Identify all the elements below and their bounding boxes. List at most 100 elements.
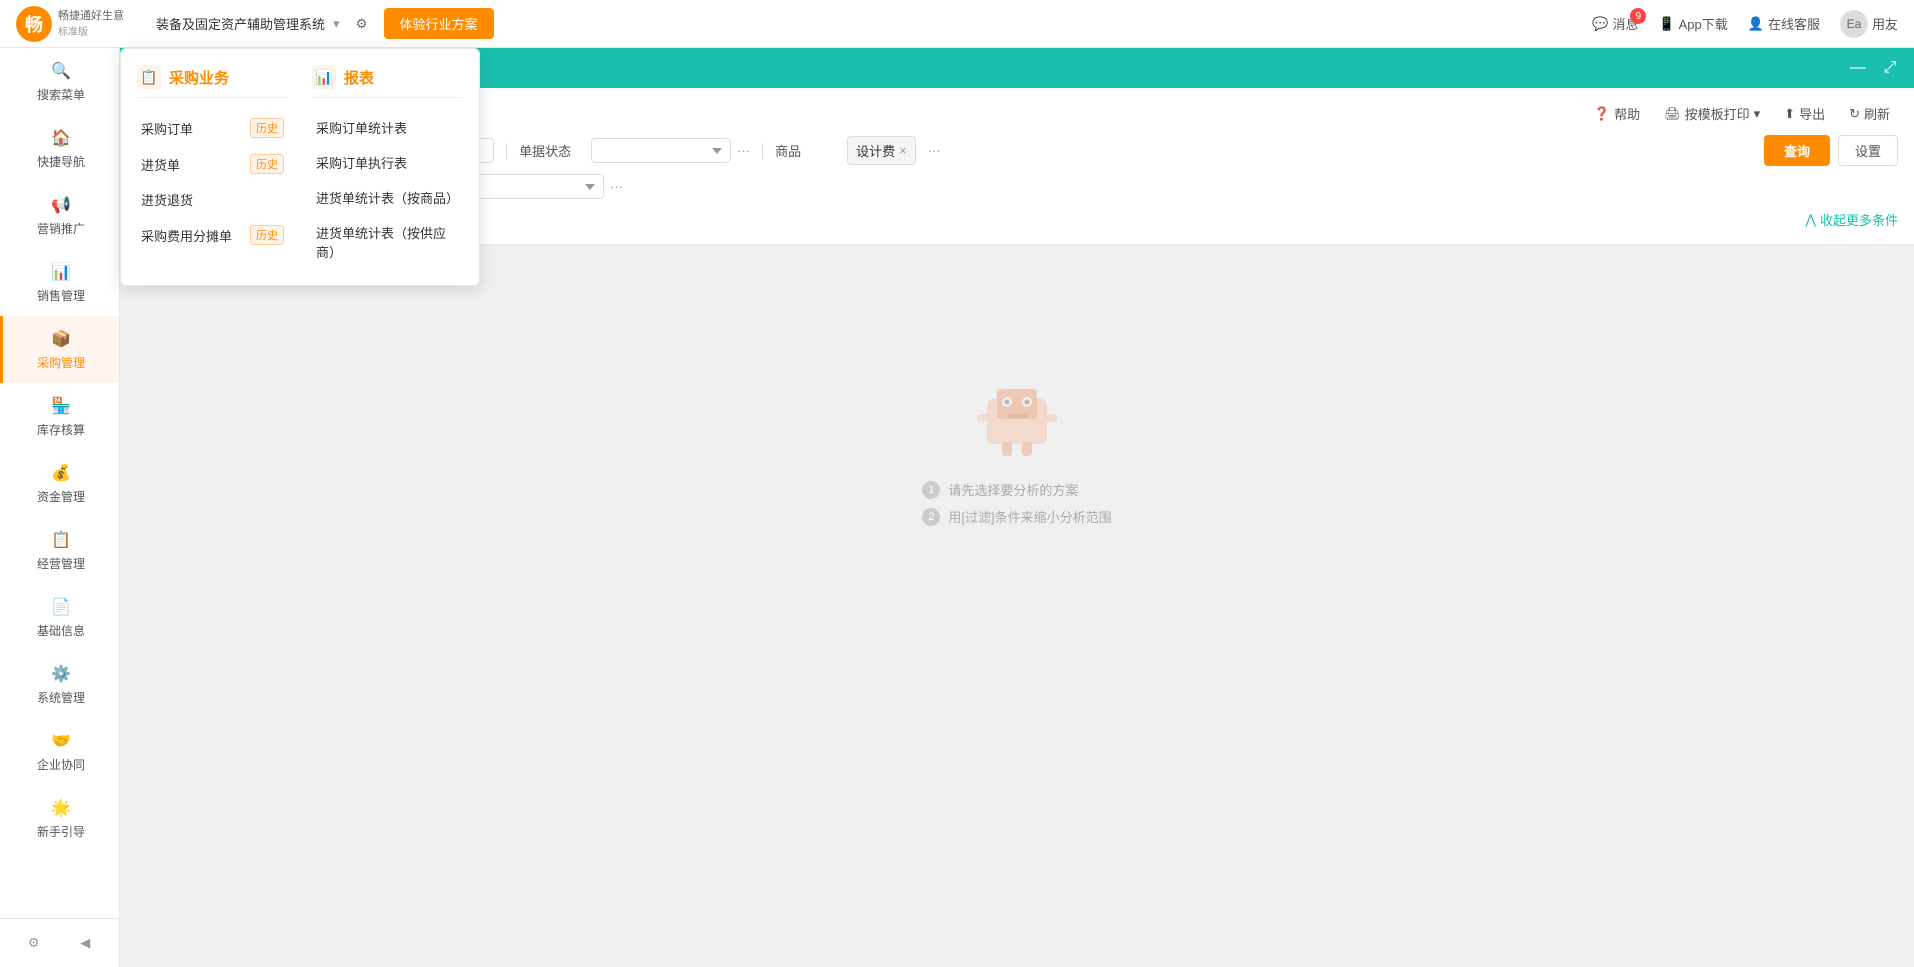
sidebar-item-system[interactable]: ⚙️ 系统管理 [0,651,119,718]
sidebar-bottom: ⚙ ◀ [0,918,119,967]
sidebar-tutorial-label: 新手引导 [37,823,85,840]
finance-icon: 💰 [50,462,72,484]
voucher-status-label: 单据状态 [519,141,579,160]
empty-tips: 1 请先选择要分析的方案 2 用[过滤]条件来缩小分析范围 [922,480,1111,526]
refresh-button[interactable]: ↻ 刷新 [1841,100,1898,127]
top-bar: 畅 畅捷通好生意 标准版 装备及固定资产辅助管理系统 ▾ ⚙ 体验行业方案 💬 … [0,0,1914,48]
sidebar-item-sales[interactable]: 📊 销售管理 [0,249,119,316]
export-button[interactable]: ⬆ 导出 [1776,100,1833,127]
report-col: 📊 报表 采购订单统计表 采购订单执行表 进货单统计表（按商品） 进货单统计表（… [312,65,463,269]
industry-button[interactable]: 体验行业方案 [384,8,494,39]
dropdown-item-order-exec[interactable]: 采购订单执行表 [312,145,463,180]
collapse-up-icon: ⋀ [1805,212,1816,228]
sidebar-item-quicknav[interactable]: 🏠 快捷导航 [0,115,119,182]
goods-by-supplier-label: 进货单统计表（按供应商） [316,223,459,261]
purchase-col: 📋 采购业务 采购订单 历史 进货单 历史 进货退货 采购费用分摊单 历史 [137,65,288,269]
empty-tip-2: 2 用[过滤]条件来缩小分析范围 [922,507,1111,526]
purchase-return-label: 进货退货 [141,190,193,209]
voucher-status-area: ··· [591,138,750,163]
operations-icon: 📋 [50,529,72,551]
settings-button[interactable]: 设置 [1838,135,1898,166]
sidebar-quicknav-label: 快捷导航 [37,153,85,170]
goods-tag-close[interactable]: × [899,143,907,158]
print-label: 按模板打印 [1685,104,1750,123]
dropdown-item-order-stats[interactable]: 采购订单统计表 [312,110,463,145]
print-button[interactable]: 🖨 按模板打印 ▾ [1656,100,1768,127]
help-label: 帮助 [1614,104,1640,123]
message-icon: 💬 [1592,16,1608,32]
sidebar: 🔍 搜索菜单 🏠 快捷导航 📢 营销推广 📊 销售管理 📦 采购管理 🏪 库存核… [0,48,120,967]
goods-tag: 设计费 × [847,136,916,165]
salesman-more[interactable]: ··· [610,179,623,194]
logo-icon: 畅 [16,6,52,42]
report-section-label: 报表 [344,67,374,88]
collapse-label: 收起更多条件 [1820,210,1898,229]
sidebar-item-finance[interactable]: 💰 资金管理 [0,450,119,517]
sidebar-sales-label: 销售管理 [37,287,85,304]
sidebar-item-operations[interactable]: 📋 经营管理 [0,517,119,584]
goods-by-product-label: 进货单统计表（按商品） [316,188,459,207]
collapse-area: ⋀ 收起更多条件 [1805,210,1898,229]
dropdown-item-purchase-expense[interactable]: 采购费用分摊单 历史 [137,217,288,253]
dropdown-item-purchase-order[interactable]: 采购订单 历史 [137,110,288,146]
report-section-icon: 📊 [312,65,336,89]
search-icon: 🔍 [50,60,72,82]
inventory-icon: 🏪 [50,395,72,417]
sidebar-settings-button[interactable]: ⚙ [18,927,50,959]
tip-text-1: 请先选择要分析的方案 [948,480,1078,499]
goods-tag-value: 设计费 [856,141,895,160]
query-button[interactable]: 查询 [1764,135,1830,166]
sidebar-item-basic-info[interactable]: 📄 基础信息 [0,584,119,651]
logo-badge: 标准版 [58,23,124,38]
sidebar-item-tutorial[interactable]: 🌟 新手引导 [0,785,119,852]
goods-more[interactable]: ··· [928,143,941,158]
settings-gear-icon[interactable]: ⚙ [348,10,376,38]
sidebar-item-search[interactable]: 🔍 搜索菜单 [0,48,119,115]
help-icon: ❓ [1594,106,1610,122]
online-service-button[interactable]: 👤 在线客服 [1748,14,1820,33]
print-dropdown-arrow[interactable]: ▾ [1754,106,1761,122]
system-title: 装备及固定资产辅助管理系统 [156,14,325,33]
message-button[interactable]: 💬 消息 9 [1592,14,1638,33]
dropdown-item-goods-by-product[interactable]: 进货单统计表（按商品） [312,180,463,215]
order-stats-label: 采购订单统计表 [316,118,407,137]
tab-bar-right: — ⤢ [1846,56,1914,80]
purchase-goods-label: 进货单 [141,155,180,174]
tip-num-1: 1 [922,481,940,499]
dropdown-item-purchase-goods[interactable]: 进货单 历史 [137,146,288,182]
dropdown-item-goods-by-supplier[interactable]: 进货单统计表（按供应商） [312,215,463,269]
salesman-select[interactable] [464,174,604,199]
collapse-button[interactable]: ⋀ 收起更多条件 [1805,210,1898,229]
logo-area: 畅 畅捷通好生意 标准版 [16,6,136,42]
system-icon: ⚙️ [50,663,72,685]
home-icon: 🏠 [50,127,72,149]
marketing-icon: 📢 [50,194,72,216]
sidebar-item-cooperation[interactable]: 🤝 企业协同 [0,718,119,785]
sidebar-purchase-label: 采购管理 [37,354,85,371]
dropdown-item-purchase-return[interactable]: 进货退货 [137,182,288,217]
voucher-status-more[interactable]: ··· [737,143,750,158]
empty-state: 1 请先选择要分析的方案 2 用[过滤]条件来缩小分析范围 [120,245,1914,645]
purchase-section-icon: 📋 [137,65,161,89]
sidebar-item-purchase[interactable]: 📦 采购管理 [0,316,119,383]
sidebar-marketing-label: 营销推广 [37,220,85,237]
sidebar-collapse-button[interactable]: ◀ [69,927,101,959]
tab-maximize-button[interactable]: ⤢ [1878,56,1902,80]
order-exec-label: 采购订单执行表 [316,153,407,172]
sidebar-search-label: 搜索菜单 [37,86,85,103]
sidebar-item-inventory[interactable]: 🏪 库存核算 [0,383,119,450]
purchase-expense-history-badge: 历史 [250,225,284,245]
purchase-expense-label: 采购费用分摊单 [141,226,232,245]
app-download-button[interactable]: 📱 App下载 [1658,14,1727,33]
help-button[interactable]: ❓ 帮助 [1586,100,1648,127]
sales-icon: 📊 [50,261,72,283]
user-menu[interactable]: Ea 用友 [1840,10,1898,38]
purchase-section-title: 📋 采购业务 [137,65,288,98]
phone-icon: 📱 [1658,16,1674,32]
empty-tip-1: 1 请先选择要分析的方案 [922,480,1111,499]
system-dropdown-arrow[interactable]: ▾ [333,16,340,32]
voucher-status-select[interactable] [591,138,731,163]
tab-minimize-button[interactable]: — [1846,56,1870,80]
sidebar-item-marketing[interactable]: 📢 营销推广 [0,182,119,249]
top-bar-right: 💬 消息 9 📱 App下载 👤 在线客服 Ea 用友 [1592,10,1898,38]
